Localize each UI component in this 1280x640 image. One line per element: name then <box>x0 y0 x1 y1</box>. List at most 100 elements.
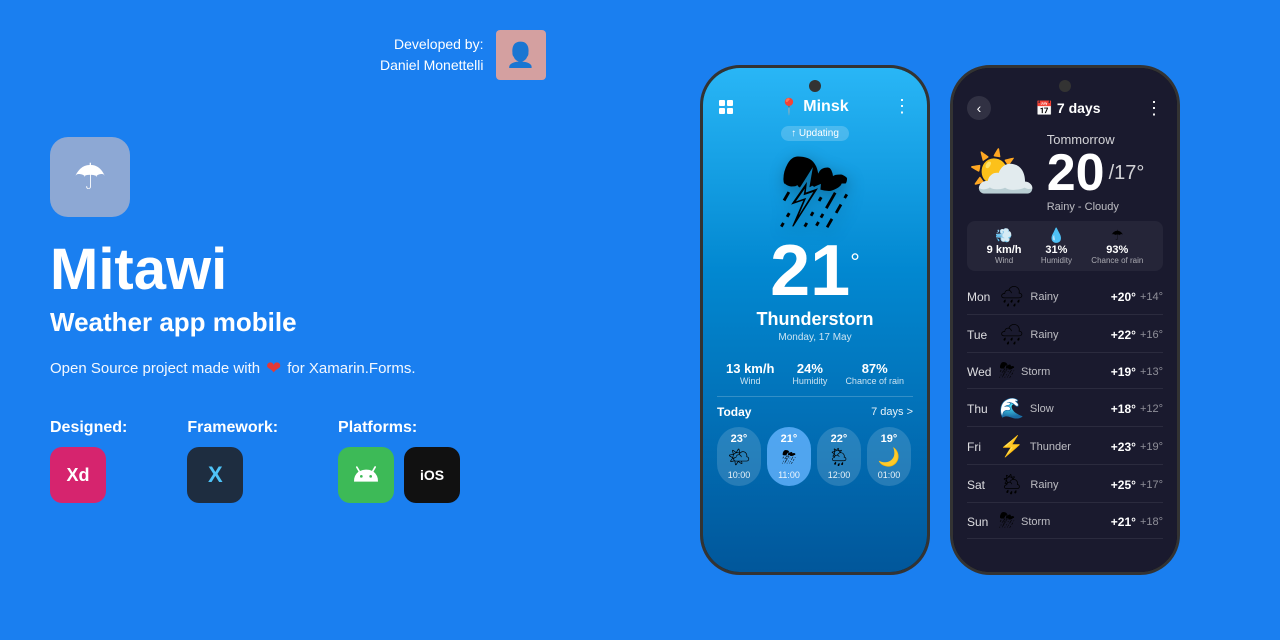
day-high-3: +18° <box>1111 402 1136 416</box>
wind-label: Wind <box>726 376 774 386</box>
day-icon-5: 🌦 <box>999 472 1024 497</box>
day-condition-2: Storm <box>1021 366 1111 378</box>
hour-icon-3: 🌙 <box>878 447 900 468</box>
heart-icon: ❤ <box>266 358 281 379</box>
p2-humidity-stat: 💧 31% Humidity <box>1041 227 1072 265</box>
framework-icons: X <box>187 447 278 503</box>
platforms-label: Platforms: <box>338 419 460 437</box>
more-options-icon[interactable]: ⋮ <box>893 96 913 117</box>
grid-menu-icon[interactable] <box>717 98 735 116</box>
p1-location: 📍 Minsk <box>779 97 848 117</box>
day-name-1: Tue <box>967 328 999 342</box>
day-icon-6: ⛈ <box>999 510 1015 533</box>
phones-section: 📍 Minsk ⋮ ↑ Updating ⛈ 21° Thunderstorn … <box>620 45 1280 595</box>
avatar-placeholder: 👤 <box>506 41 536 70</box>
platform-icons: iOS <box>338 447 460 503</box>
seven-days-link[interactable]: 7 days > <box>871 405 913 419</box>
hour-card-3: 19° 🌙 01:00 <box>867 427 911 486</box>
developer-name: Daniel Monettelli <box>380 55 484 76</box>
tomorrow-low: /17° <box>1109 163 1145 183</box>
day-name-3: Thu <box>967 402 999 416</box>
p2-humidity-value: 31% <box>1041 244 1072 256</box>
p2-header: ‹ 📅 7 days ⋮ <box>953 68 1177 128</box>
designed-section: Designed: Xd <box>50 419 127 503</box>
hour-temp-1: 21° <box>781 433 798 445</box>
ios-icon: iOS <box>404 447 460 503</box>
p1-header: 📍 Minsk ⋮ <box>703 68 927 123</box>
hour-temp-3: 19° <box>881 433 898 445</box>
day-condition-6: Storm <box>1021 516 1111 528</box>
humidity-label: Humidity <box>792 376 827 386</box>
day-condition-3: Slow <box>1030 403 1111 415</box>
hour-time-2: 12:00 <box>828 470 851 480</box>
developer-section: Developed by: Daniel Monettelli 👤 <box>380 30 546 80</box>
day-low-2: +13° <box>1140 366 1163 378</box>
day-row-tue: Tue 🌧 Rainy +22° +16° <box>967 317 1163 353</box>
phone-notch-2 <box>1059 80 1071 92</box>
day-low-1: +16° <box>1140 329 1163 341</box>
umbrella-icon: ☂ <box>74 156 106 198</box>
day-icon-1: 🌧 <box>999 322 1024 347</box>
day-name-2: Wed <box>967 365 999 379</box>
day-row-thu: Thu 🌊 Slow +18° +12° <box>967 391 1163 427</box>
day-condition-0: Rainy <box>1030 291 1110 303</box>
day-row-fri: Fri ⚡ Thunder +23° +19° <box>967 429 1163 465</box>
humidity-icon: 💧 <box>1041 227 1072 244</box>
day-high-2: +19° <box>1111 365 1136 379</box>
day-condition-1: Rainy <box>1030 329 1110 341</box>
back-button[interactable]: ‹ <box>967 96 991 120</box>
day-low-4: +19° <box>1140 441 1163 453</box>
tomorrow-weather-icon: ⛅ <box>967 140 1037 206</box>
p2-more-options[interactable]: ⋮ <box>1145 98 1163 119</box>
day-condition-4: Thunder <box>1030 441 1111 453</box>
p2-weather-stats: 💨 9 km/h Wind 💧 31% Humidity ☂ 93% Chanc… <box>967 221 1163 271</box>
weather-condition: Thunderstorn <box>703 309 927 330</box>
p2-rain-value: 93% <box>1091 244 1143 256</box>
day-row-wed: Wed ⛈ Storm +19° +13° <box>967 355 1163 389</box>
phone-notch-1 <box>809 80 821 92</box>
designed-icons: Xd <box>50 447 127 503</box>
7days-list: Mon 🌧 Rainy +20° +14° Tue 🌧 Rainy +22° +… <box>953 271 1177 547</box>
day-name-5: Sat <box>967 478 999 492</box>
rain-icon: ☂ <box>1091 227 1143 244</box>
developed-by-label: Developed by: <box>380 34 484 55</box>
screen-weather-main: 📍 Minsk ⋮ ↑ Updating ⛈ 21° Thunderstorn … <box>703 68 927 572</box>
updating-badge-container: ↑ Updating <box>703 123 927 141</box>
weather-icon-thunderstorm: ⛈ <box>703 149 927 239</box>
day-row-sun: Sun ⛈ Storm +21° +18° <box>967 505 1163 539</box>
hourly-scroll: 23° 🌤 10:00 21° ⛈ 11:00 22° 🌦 12:00 19° … <box>703 423 927 498</box>
phone-7days-screen: ‹ 📅 7 days ⋮ ⛅ Tommorrow 20 /17° Rainy -… <box>950 65 1180 575</box>
platforms-section: Platforms: iOS <box>338 419 460 503</box>
updating-badge: ↑ Updating <box>781 126 849 141</box>
day-icon-0: 🌧 <box>999 284 1024 309</box>
rain-stat: 87% Chance of rain <box>845 361 904 386</box>
hour-time-1: 11:00 <box>778 470 800 480</box>
day-condition-5: Rainy <box>1030 479 1110 491</box>
hour-temp-2: 22° <box>831 433 848 445</box>
humidity-value: 24% <box>792 361 827 376</box>
tools-row: Designed: Xd Framework: X Platforms: <box>50 419 570 503</box>
day-icon-2: ⛈ <box>999 360 1015 383</box>
rain-label: Chance of rain <box>845 376 904 386</box>
day-name-6: Sun <box>967 515 999 529</box>
day-name-4: Fri <box>967 440 999 454</box>
tomorrow-condition: Rainy - Cloudy <box>1047 201 1145 213</box>
developer-info: Developed by: Daniel Monettelli <box>380 34 484 76</box>
city-name: Minsk <box>803 98 848 116</box>
day-high-5: +25° <box>1111 478 1136 492</box>
day-name-0: Mon <box>967 290 999 304</box>
today-label: Today <box>717 405 751 419</box>
7days-label: 📅 7 days <box>1035 100 1100 117</box>
wind-value: 13 km/h <box>726 361 774 376</box>
day-row-sat: Sat 🌦 Rainy +25° +17° <box>967 467 1163 503</box>
app-description: Open Source project made with ❤ for Xama… <box>50 358 570 379</box>
day-high-1: +22° <box>1111 328 1136 342</box>
day-icon-4: ⚡ <box>999 434 1024 459</box>
hourly-header: Today 7 days > <box>703 397 927 423</box>
temperature-display: 21° <box>703 235 927 307</box>
p2-wind-value: 9 km/h <box>987 244 1022 256</box>
hour-icon-1: ⛈ <box>782 447 796 468</box>
day-high-0: +20° <box>1111 290 1136 304</box>
p2-rain-stat: ☂ 93% Chance of rain <box>1091 227 1143 265</box>
tomorrow-section: ⛅ Tommorrow 20 /17° Rainy - Cloudy <box>953 128 1177 221</box>
